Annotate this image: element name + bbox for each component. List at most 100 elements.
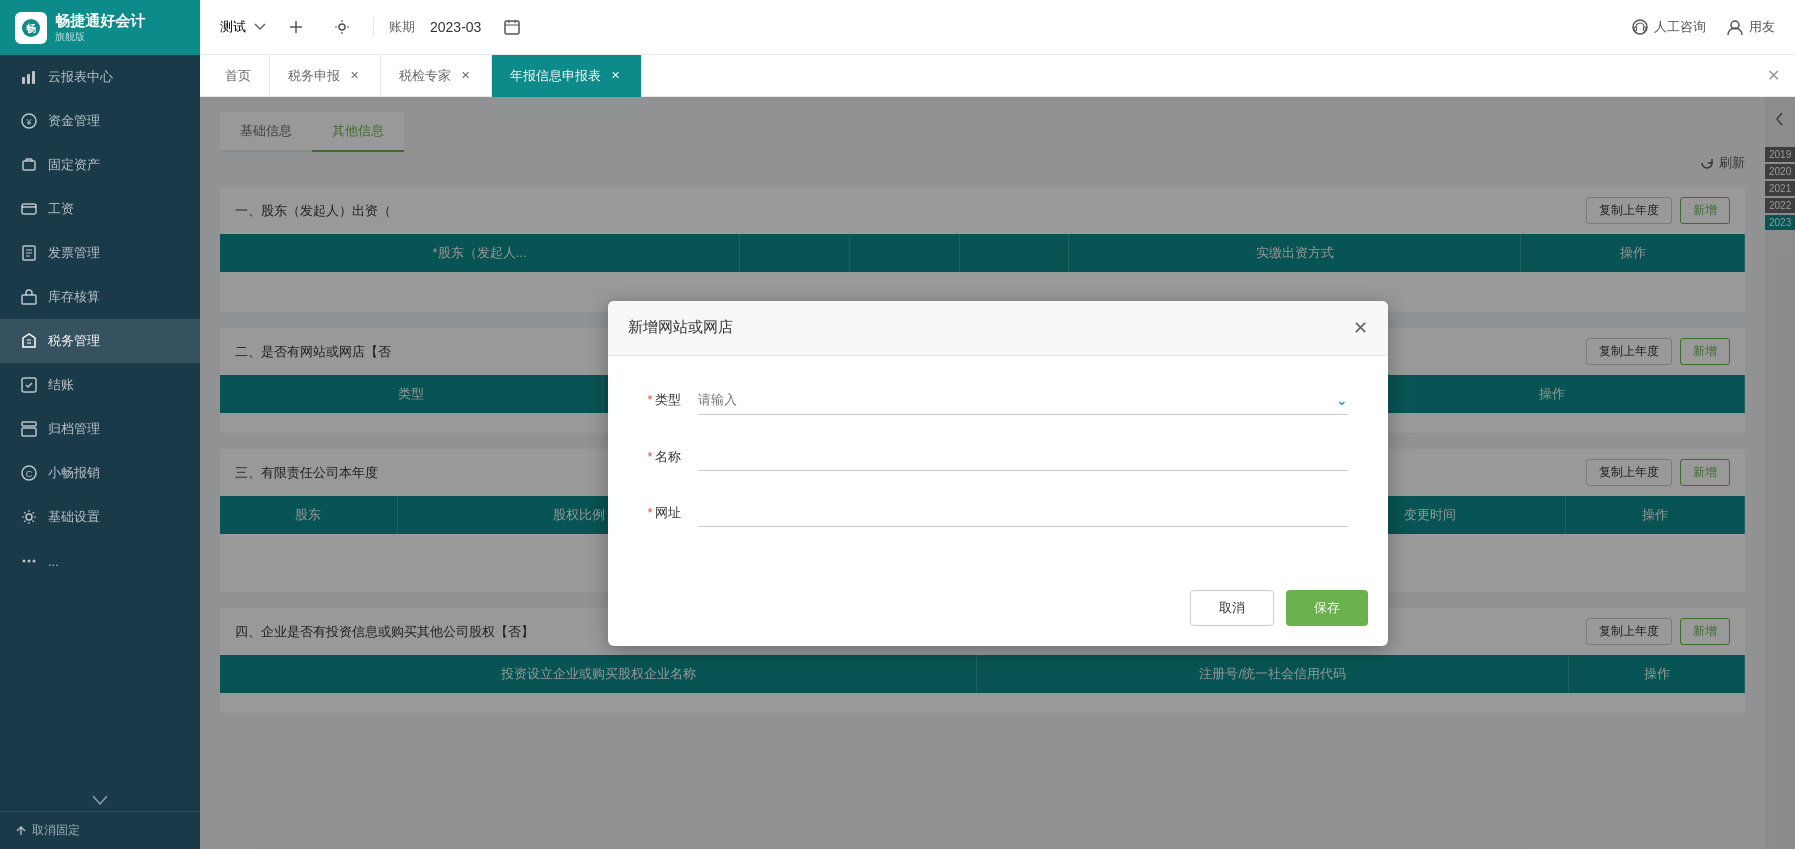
sidebar-item-salary[interactable]: 工资 — [0, 187, 200, 231]
form-label-type: 类型 — [648, 391, 698, 409]
company-dropdown-icon — [254, 23, 266, 31]
tab-annual-report[interactable]: 年报信息申报表 ✕ — [492, 55, 642, 97]
svg-point-20 — [339, 24, 345, 30]
save-button[interactable]: 保存 — [1286, 590, 1368, 626]
svg-point-16 — [26, 514, 32, 520]
tab-close-main[interactable]: ✕ — [1752, 66, 1795, 85]
url-input[interactable] — [698, 499, 1348, 527]
svg-rect-10 — [22, 295, 36, 304]
company-selector[interactable]: 测试 — [220, 18, 266, 36]
logo-text: 畅捷通好会计 旗舰版 — [55, 12, 145, 44]
calendar-icon — [504, 19, 520, 35]
sidebar-item-report[interactable]: C 小畅报销 — [0, 451, 200, 495]
company-name: 测试 — [220, 18, 246, 36]
main-content: 测试 账期 2023-03 人工咨询 用 — [200, 0, 1795, 849]
sidebar-bottom-label: 取消固定 — [32, 822, 80, 839]
svg-point-18 — [28, 560, 31, 563]
svg-point-17 — [23, 560, 26, 563]
form-label-url: 网址 — [648, 504, 698, 522]
asset-icon — [20, 156, 38, 174]
dialog-header: 新增网站或网店 ✕ — [608, 301, 1388, 356]
dialog-close-btn[interactable]: ✕ — [1353, 317, 1368, 339]
sidebar-item-inventory[interactable]: 库存核算 — [0, 275, 200, 319]
type-dropdown-icon[interactable]: ⌄ — [1336, 392, 1348, 408]
tab-home-label: 首页 — [225, 67, 251, 85]
report-icon: C — [20, 464, 38, 482]
svg-rect-13 — [22, 428, 36, 436]
sidebar-label-cloud-report: 云报表中心 — [48, 68, 113, 86]
user-label: 用友 — [1749, 18, 1775, 36]
sidebar-item-fund[interactable]: ¥ 资金管理 — [0, 99, 200, 143]
logo-icon: 畅 — [15, 12, 47, 44]
period-label: 账期 — [389, 18, 415, 36]
tab-tax-report-label: 税务申报 — [288, 67, 340, 85]
user-icon — [1726, 18, 1744, 36]
tab-tax-report[interactable]: 税务申报 ✕ — [270, 55, 381, 97]
sidebar-item-asset[interactable]: 固定资产 — [0, 143, 200, 187]
plus-icon — [289, 20, 303, 34]
add-company-btn[interactable] — [281, 15, 311, 39]
dialog-footer: 取消 保存 — [608, 575, 1388, 646]
svg-rect-2 — [22, 77, 25, 84]
tab-tax-inspect-close[interactable]: ✕ — [457, 68, 473, 84]
tab-tax-inspect-label: 税检专家 — [399, 67, 451, 85]
sidebar-item-archive[interactable]: 归档管理 — [0, 407, 200, 451]
sidebar-label-settings: 基础设置 — [48, 508, 100, 526]
svg-text:C: C — [26, 469, 33, 479]
form-row-name: 名称 — [648, 443, 1348, 471]
sidebar-item-cloud-report[interactable]: 云报表中心 — [0, 55, 200, 99]
gear-icon — [334, 19, 350, 35]
user-btn[interactable]: 用友 — [1726, 18, 1775, 36]
more-icon — [20, 552, 38, 570]
sidebar-label-inventory: 库存核算 — [48, 288, 100, 306]
sidebar-logo: 畅 畅捷通好会计 旗舰版 — [0, 0, 200, 55]
sidebar-scroll-down[interactable] — [0, 789, 200, 811]
period-value: 2023-03 — [430, 19, 481, 35]
sidebar-label-more: ... — [48, 554, 59, 569]
svg-rect-7 — [23, 161, 35, 170]
svg-rect-8 — [22, 204, 36, 214]
sidebar-label-salary: 工资 — [48, 200, 74, 218]
sidebar-nav: 云报表中心 ¥ 资金管理 固定资产 工资 — [0, 55, 200, 789]
sidebar-item-more[interactable]: ... — [0, 539, 200, 583]
add-website-dialog: 新增网站或网店 ✕ 类型 ⌄ — [608, 301, 1388, 646]
svg-rect-3 — [27, 74, 30, 84]
sidebar-item-tax[interactable]: 税务管理 — [0, 319, 200, 363]
tab-annual-report-label: 年报信息申报表 — [510, 67, 601, 85]
svg-rect-12 — [22, 422, 36, 426]
service-btn[interactable]: 人工咨询 — [1631, 18, 1706, 36]
form-row-url: 网址 — [648, 499, 1348, 527]
svg-rect-4 — [32, 71, 35, 84]
tab-home[interactable]: 首页 — [200, 55, 270, 97]
type-select-wrapper[interactable]: ⌄ — [698, 386, 1348, 415]
inventory-icon — [20, 288, 38, 306]
sidebar-label-fund: 资金管理 — [48, 112, 100, 130]
content-area: 基础信息 其他信息 刷新 一、股东（发起人）出资（ — [200, 97, 1795, 849]
top-bar: 测试 账期 2023-03 人工咨询 用 — [200, 0, 1795, 55]
tab-tax-report-close[interactable]: ✕ — [346, 68, 362, 84]
sidebar-label-tax: 税务管理 — [48, 332, 100, 350]
sidebar-item-invoice[interactable]: 发票管理 — [0, 231, 200, 275]
dialog-overlay: 新增网站或网店 ✕ 类型 ⌄ — [200, 97, 1795, 849]
dialog-body: 类型 ⌄ 名称 网址 — [608, 356, 1388, 575]
settings-btn[interactable] — [326, 14, 358, 40]
settings-icon — [20, 508, 38, 526]
tabs-bar: 首页 税务申报 ✕ 税检专家 ✕ 年报信息申报表 ✕ ✕ — [200, 55, 1795, 97]
salary-icon — [20, 200, 38, 218]
sidebar-item-settle[interactable]: 结账 — [0, 363, 200, 407]
calendar-btn[interactable] — [496, 14, 528, 40]
sidebar-label-asset: 固定资产 — [48, 156, 100, 174]
sidebar-item-settings[interactable]: 基础设置 — [0, 495, 200, 539]
tax-icon — [20, 332, 38, 350]
type-input[interactable] — [698, 392, 1336, 407]
tab-tax-inspect[interactable]: 税检专家 ✕ — [381, 55, 492, 97]
name-input[interactable] — [698, 443, 1348, 471]
sidebar-unpin-btn[interactable]: 取消固定 — [0, 811, 200, 849]
headset-icon — [1631, 18, 1649, 36]
chart-icon — [20, 68, 38, 86]
form-row-type: 类型 ⌄ — [648, 386, 1348, 415]
cancel-button[interactable]: 取消 — [1190, 590, 1274, 626]
form-label-name: 名称 — [648, 448, 698, 466]
tab-annual-report-close[interactable]: ✕ — [607, 68, 623, 84]
topbar-right: 人工咨询 用友 — [1631, 18, 1775, 36]
